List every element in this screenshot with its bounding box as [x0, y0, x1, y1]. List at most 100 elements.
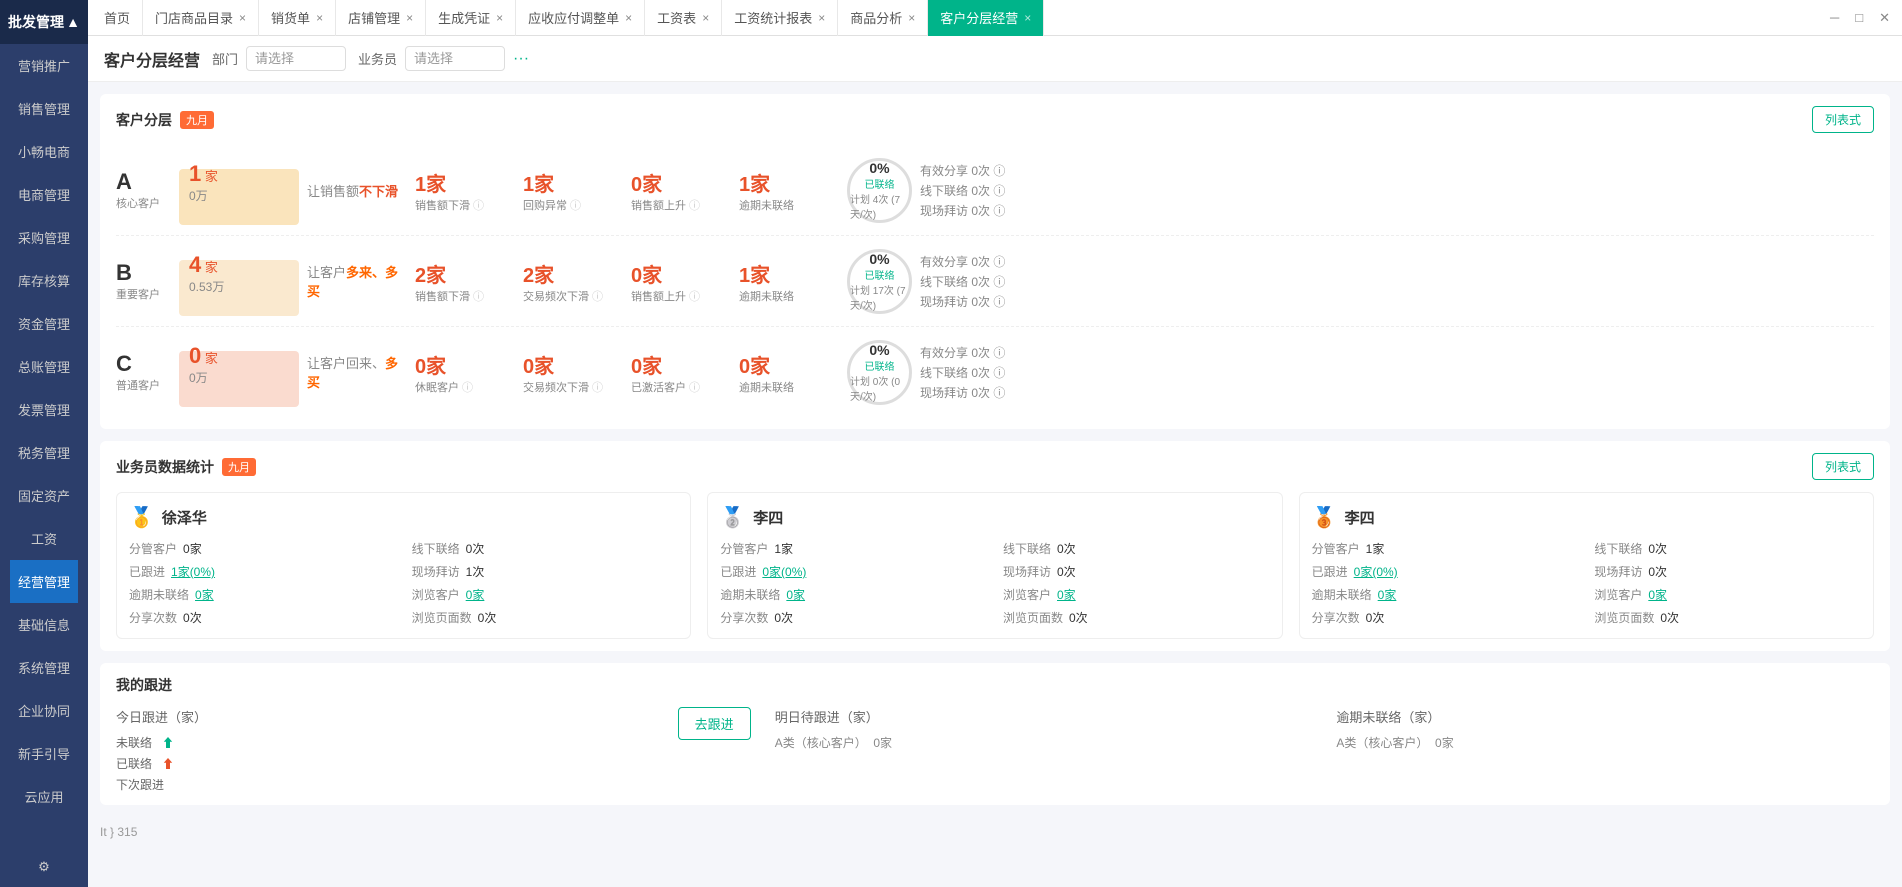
staff-stat: 线下联络 0次 [1594, 540, 1861, 557]
staff-stat: 线下联络 0次 [412, 540, 679, 557]
staff-stat: 分享次数 0次 [129, 609, 396, 626]
tier-stat-B-0: 2家 销售额下滑 ⓘ [415, 259, 515, 304]
staff-stat: 现场拜访 0次 [1594, 563, 1861, 580]
follow-overdue-row1: A类（核心客户） 0家 [1336, 734, 1874, 751]
staff-month-badge: 九月 [222, 458, 256, 476]
sidebar-item-jingying[interactable]: 经营管理 [10, 560, 78, 603]
tier-slogan-C: 让客户回来、多买 [307, 353, 407, 391]
sidebar: 批发管理 ▲ 营销推广销售管理小畅电商电商管理采购管理库存核算资金管理总账管理发… [0, 0, 88, 887]
staff-stat: 逾期未联络 0家 [1312, 586, 1579, 603]
follow-today-row2-label: 已联络 [116, 757, 159, 771]
tab-close-payable[interactable]: × [625, 11, 632, 25]
tab-store_mgmt[interactable]: 店铺管理 × [336, 0, 426, 36]
sidebar-item-xitong[interactable]: 系统管理 [10, 646, 78, 689]
sidebar-item-kucun[interactable]: 库存核算 [10, 259, 78, 302]
tab-home[interactable]: 首页 [92, 0, 143, 36]
tab-customer_tier[interactable]: 客户分层经营× [928, 0, 1044, 36]
sidebar-item-xiaoshou[interactable]: 销售管理 [10, 87, 78, 130]
tab-close-voucher[interactable]: × [496, 11, 503, 25]
sidebar-item-gudingzichan[interactable]: 固定资产 [10, 474, 78, 517]
customer-month-badge: 九月 [180, 111, 214, 129]
staff-medal-1: 🥈 [720, 505, 745, 530]
tier-circle-A: 0% 已联络 计划 4次 (7天/次) [847, 158, 912, 223]
tab-close-payroll_report[interactable]: × [818, 11, 825, 25]
customer-list-btn[interactable]: 列表式 [1812, 106, 1874, 133]
tab-label-payable: 应收应付调整单 [528, 8, 619, 27]
staff-stat: 分管客户 1家 [720, 540, 987, 557]
tab-sales_order[interactable]: 销货单× [259, 0, 336, 36]
follow-today-title: 今日跟进（家） [116, 707, 654, 726]
tab-label-store_mgmt: 店铺管理 [348, 8, 400, 27]
tab-close-store_goods[interactable]: × [239, 11, 246, 25]
customer-section-title: 客户分层 [116, 110, 172, 130]
sidebar-item-fapiao[interactable]: 发票管理 [10, 388, 78, 431]
tier-stat-C-1: 0家 交易频次下滑 ⓘ [523, 350, 623, 395]
tab-close-store_mgmt[interactable]: × [406, 11, 413, 25]
tier-row-a: A 核心客户 1 家 0万 让销售额不下滑 1家 销售额下滑 ⓘ 1家 回购异常… [116, 145, 1874, 236]
staff-section: 业务员数据统计 九月 列表式 🥇 徐泽华 分管客户 0家 线下联络 0次 已跟进… [100, 441, 1890, 651]
tier-count-A: 1 家 0万 [179, 155, 299, 225]
customer-section-header: 客户分层 九月 列表式 [116, 106, 1874, 133]
dept-select[interactable]: 请选择 [246, 46, 346, 71]
tier-stat-A-1: 1家 回购异常 ⓘ [523, 168, 623, 213]
sidebar-header[interactable]: 批发管理 ▲ [0, 0, 88, 44]
tab-payable[interactable]: 应收应付调整单 × [516, 0, 645, 36]
sidebar-item-zijin[interactable]: 资金管理 [10, 302, 78, 345]
staff-name-2: 李四 [1345, 507, 1375, 528]
go-follow-button[interactable]: 去跟进 [678, 707, 751, 740]
follow-today-row2-alert: ⬆ [162, 757, 174, 771]
sidebar-item-yunyingyong[interactable]: 云应用 [10, 775, 78, 818]
follow-today-subtitle: 未联络 ⬆ [116, 734, 654, 751]
tab-bar: 首页门店商品目录×销货单×店铺管理×生成凭证×应收应付调整单×工资表×工资统计报… [88, 0, 1902, 36]
tab-goods_analysis[interactable]: 商品分析 × [838, 0, 928, 36]
sidebar-item-xinshou[interactable]: 新手引导 [10, 732, 78, 775]
follow-tomorrow-row1: A类（核心客户） 0家 [775, 734, 1313, 751]
tab-voucher[interactable]: 生成凭证× [426, 0, 516, 36]
sidebar-item-xiaodian[interactable]: 小畅电商 [10, 130, 78, 173]
follow-today-row3: 下次跟进 [116, 776, 654, 793]
follow-today-row3-label: 下次跟进 [116, 778, 171, 792]
tier-slogan-A: 让销售额不下滑 [307, 181, 407, 200]
tab-store_goods[interactable]: 门店商品目录× [143, 0, 259, 36]
tier-circle-B: 0% 已联络 计划 17次 (7天/次) [847, 249, 912, 314]
tab-close-sales_order[interactable]: × [316, 11, 323, 25]
page-header: 客户分层经营 部门 请选择 业务员 请选择 ··· [88, 36, 1902, 82]
sidebar-collapse-icon[interactable]: ▲ [66, 14, 80, 30]
sidebar-settings[interactable]: ⚙ [0, 847, 88, 887]
tab-close-customer_tier[interactable]: × [1024, 11, 1031, 25]
staff-stats-2: 分管客户 1家 线下联络 0次 已跟进 0家(0%) 现场拜访 0次 逾期未联络… [1312, 540, 1861, 626]
tab-label-home: 首页 [104, 8, 130, 27]
maximize-button[interactable]: □ [1851, 10, 1867, 25]
sidebar-item-gongzi[interactable]: 工资 [10, 517, 78, 560]
staff-list-btn[interactable]: 列表式 [1812, 453, 1874, 480]
follow-section-header: 我的跟进 [116, 675, 1874, 695]
tab-close-payroll[interactable]: × [702, 11, 709, 25]
tier-stat-A-0: 1家 销售额下滑 ⓘ [415, 168, 515, 213]
sidebar-item-qiye[interactable]: 企业协同 [10, 689, 78, 732]
tab-label-goods_analysis: 商品分析 [850, 8, 902, 27]
tab-payroll_report[interactable]: 工资统计报表× [722, 0, 838, 36]
tier-count-B: 4 家 0.53万 [179, 246, 299, 316]
minimize-button[interactable]: ─ [1826, 10, 1843, 25]
sidebar-item-zhangzhang[interactable]: 总账管理 [10, 345, 78, 388]
tier-stat-C-2: 0家 已激活客户 ⓘ [631, 350, 731, 395]
staff-filter: 业务员 请选择 ··· [358, 46, 529, 71]
staff-stat: 分管客户 0家 [129, 540, 396, 557]
sidebar-item-shuiwu[interactable]: 税务管理 [10, 431, 78, 474]
sidebar-item-caigou[interactable]: 采购管理 [10, 216, 78, 259]
sidebar-item-dianshang[interactable]: 电商管理 [10, 173, 78, 216]
sidebar-item-jichu[interactable]: 基础信息 [10, 603, 78, 646]
bottom-hint: It } 315 [88, 817, 1902, 847]
tab-payroll[interactable]: 工资表× [645, 0, 722, 36]
close-window-button[interactable]: ✕ [1875, 10, 1894, 26]
staff-stat: 已跟进 1家(0%) [129, 563, 396, 580]
staff-stat: 逾期未联络 0家 [129, 586, 396, 603]
staff-stat: 分管客户 1家 [1312, 540, 1579, 557]
more-button[interactable]: ··· [513, 50, 529, 68]
tier-label-A: A 核心客户 [116, 169, 171, 211]
staff-select[interactable]: 请选择 [405, 46, 505, 71]
tab-close-goods_analysis[interactable]: × [908, 11, 915, 25]
dept-filter: 部门 请选择 [212, 46, 346, 71]
sidebar-item-yingxiao[interactable]: 营销推广 [10, 44, 78, 87]
staff-stat: 现场拜访 1次 [412, 563, 679, 580]
